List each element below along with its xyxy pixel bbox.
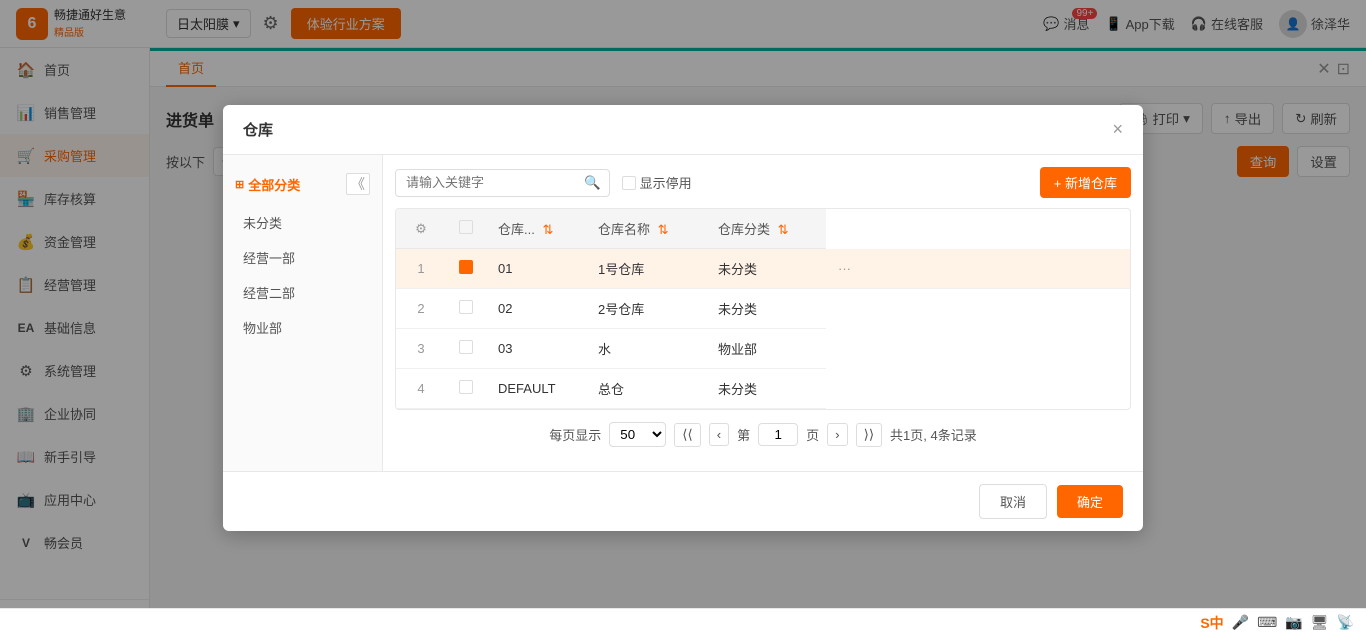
first-page-button[interactable]: ⟨⟨ (674, 423, 700, 447)
show-disabled-label: 显示停用 (640, 173, 692, 192)
row-idx: 2 (396, 289, 446, 329)
show-disabled-toggle[interactable]: 显示停用 (622, 173, 692, 192)
table-row[interactable]: 4 DEFAULT 总仓 未分类 (396, 369, 1130, 409)
next-page-button[interactable]: › (827, 423, 847, 446)
category-item-dept2[interactable]: 经营二部 (223, 275, 382, 310)
prev-page-button[interactable]: ‹ (709, 423, 729, 446)
dialog-header: 仓库 × (223, 105, 1143, 155)
row-name: 总仓 (586, 369, 706, 409)
row-category: 未分类 (706, 369, 826, 409)
show-disabled-checkbox[interactable] (622, 176, 636, 190)
th-code[interactable]: 仓库... ⇅ (486, 209, 586, 249)
dialog-close-button[interactable]: × (1112, 119, 1123, 140)
search-input[interactable] (396, 170, 576, 195)
dialog-title: 仓库 (243, 119, 273, 140)
category-item-property[interactable]: 物业部 (223, 310, 382, 345)
sort-cat-icon: ⇅ (778, 222, 789, 237)
row-code: DEFAULT (486, 369, 586, 409)
row-actions[interactable]: ··· (826, 249, 1130, 289)
table-row[interactable]: 3 03 水 物业部 (396, 329, 1130, 369)
row-check[interactable] (446, 249, 486, 289)
statusbar: S中 🎤 ⌨ 📷 🖥 📡 (0, 608, 1366, 636)
row-category: 未分类 (706, 289, 826, 329)
collapse-button[interactable]: 《 (346, 173, 370, 195)
grid-icon: ⊞ (235, 178, 244, 191)
row-idx: 1 (396, 249, 446, 289)
row-name: 1号仓库 (586, 249, 706, 289)
row-check[interactable] (446, 289, 486, 329)
th-gear: ⚙ (396, 209, 446, 249)
row-name: 水 (586, 329, 706, 369)
category-all[interactable]: ⊞ 全部分类 (235, 175, 300, 194)
new-warehouse-button[interactable]: + 新增仓库 (1040, 167, 1131, 198)
table-header-row: ⚙ 仓库... ⇅ 仓库名称 ⇅ (396, 209, 1130, 249)
network-icon[interactable]: 📡 (1337, 614, 1354, 631)
mic-icon[interactable]: 🎤 (1232, 614, 1249, 631)
table-row[interactable]: 1 01 1号仓库 未分类 ··· (396, 249, 1130, 289)
dialog-sidebar: ⊞ 全部分类 《 未分类 经营一部 经营二部 物业部 (223, 155, 383, 471)
s-icon[interactable]: S中 (1200, 613, 1223, 633)
row-check[interactable] (446, 369, 486, 409)
row-idx: 3 (396, 329, 446, 369)
warehouse-table: ⚙ 仓库... ⇅ 仓库名称 ⇅ (395, 208, 1131, 410)
dialog-sidebar-header: ⊞ 全部分类 《 (223, 167, 382, 205)
row-code: 03 (486, 329, 586, 369)
page-input[interactable] (758, 423, 798, 446)
sort-name-icon: ⇅ (658, 222, 669, 237)
row-code: 01 (486, 249, 586, 289)
search-button[interactable]: 🔍 (576, 170, 609, 196)
select-all-checkbox[interactable] (459, 220, 473, 234)
monitor-icon[interactable]: 🖥 (1311, 614, 1329, 631)
page-size-label: 每页显示 (549, 425, 601, 444)
row-check[interactable] (446, 329, 486, 369)
warehouse-dialog: 仓库 × ⊞ 全部分类 《 未分类 经营一部 经营二部 物业部 (223, 105, 1143, 531)
row-category: 未分类 (706, 249, 826, 289)
last-page-button[interactable]: ⟩⟩ (856, 423, 882, 447)
keyboard-icon[interactable]: ⌨ (1257, 614, 1277, 631)
dialog-body: ⊞ 全部分类 《 未分类 经营一部 经营二部 物业部 🔍 (223, 155, 1143, 471)
th-category[interactable]: 仓库分类 ⇅ (706, 209, 826, 249)
table-row[interactable]: 2 02 2号仓库 未分类 (396, 289, 1130, 329)
row-idx: 4 (396, 369, 446, 409)
dialog-main: 🔍 显示停用 + 新增仓库 ⚙ (383, 155, 1143, 471)
pagination: 每页显示 50 20 100 ⟨⟨ ‹ 第 页 › ⟩⟩ 共1页, 4条记录 (395, 410, 1131, 459)
row-category: 物业部 (706, 329, 826, 369)
sort-code-icon: ⇅ (542, 222, 553, 237)
category-item-unclassified[interactable]: 未分类 (223, 205, 382, 240)
camera-icon[interactable]: 📷 (1285, 614, 1302, 631)
dialog-overlay: 仓库 × ⊞ 全部分类 《 未分类 经营一部 经营二部 物业部 (0, 0, 1366, 636)
category-item-dept1[interactable]: 经营一部 (223, 240, 382, 275)
dialog-footer: 取消 确定 (223, 471, 1143, 531)
row-code: 02 (486, 289, 586, 329)
th-check (446, 209, 486, 249)
cancel-button[interactable]: 取消 (979, 484, 1047, 519)
page-size-select[interactable]: 50 20 100 (609, 422, 666, 447)
row-name: 2号仓库 (586, 289, 706, 329)
pagination-summary: 共1页, 4条记录 (890, 425, 977, 444)
th-name[interactable]: 仓库名称 ⇅ (586, 209, 706, 249)
dialog-toolbar: 🔍 显示停用 + 新增仓库 (395, 167, 1131, 198)
page-label: 页 (806, 425, 819, 444)
confirm-button[interactable]: 确定 (1057, 485, 1123, 518)
search-box: 🔍 (395, 169, 610, 197)
